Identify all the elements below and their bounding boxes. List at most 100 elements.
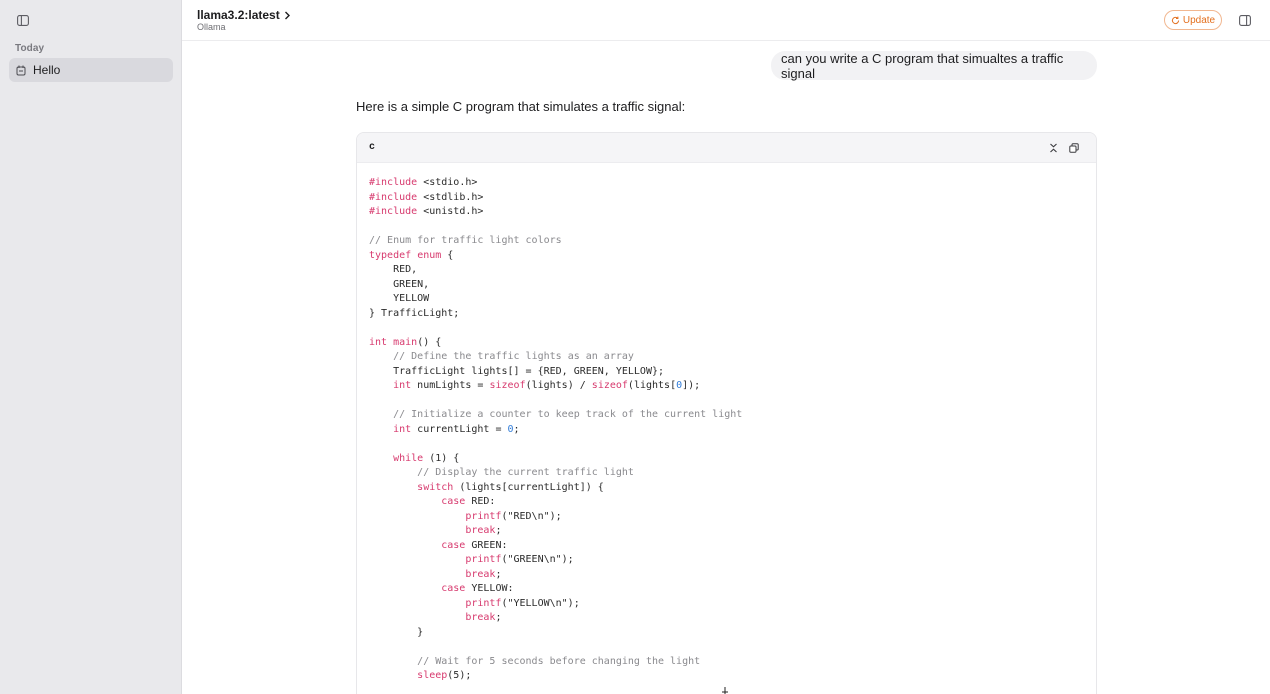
update-label: Update (1182, 14, 1216, 26)
code-token: while (393, 452, 424, 464)
code-token: RED, (369, 264, 418, 275)
code-token: int (369, 336, 388, 348)
code-token: ("RED\n"); (501, 510, 562, 522)
code-token: () { (417, 336, 442, 348)
code-token: case (441, 583, 466, 594)
update-button[interactable]: Update (1164, 10, 1222, 30)
code-line: #include <stdio.h> (369, 176, 742, 191)
model-name-label: llama3.2:latest (197, 8, 280, 22)
text-cursor-icon (722, 687, 728, 694)
code-line: break; (369, 568, 742, 583)
section-label-today: Today (15, 43, 45, 54)
code-line: switch (lights[currentLight]) { (369, 481, 742, 496)
code-token: } (369, 626, 424, 638)
refresh-icon (1171, 16, 1180, 25)
code-token: typedef (369, 249, 412, 261)
model-provider-label: Ollama (197, 22, 226, 32)
code-token: #include (369, 177, 418, 188)
code-token: main (393, 336, 418, 348)
code-token: (lights) / (525, 380, 592, 391)
code-token: sizeof (591, 380, 628, 391)
code-content: #include <stdio.h> #include <stdlib.h> #in… (369, 176, 742, 684)
code-token: currentLight = (411, 423, 508, 435)
code-line: // Display the current traffic light (369, 466, 742, 481)
code-token: switch (417, 481, 454, 493)
assistant-message-intro: Here is a simple C program that simulate… (356, 99, 686, 114)
top-bar: llama3.2:latest Ollama Update (182, 0, 1270, 41)
sidebar-chat-item-hello[interactable]: Hello (9, 58, 173, 82)
code-line: printf("YELLOW\n"); (369, 597, 742, 612)
code-token: <unistd.h> (417, 206, 484, 217)
code-line: int numLights = sizeof(lights) / sizeof(… (369, 379, 742, 394)
code-block-header: c (357, 133, 1096, 163)
code-token: printf (465, 510, 502, 522)
code-token: (lights[currentLight]) { (453, 481, 604, 493)
code-token: int (393, 423, 412, 435)
code-token: // Display the current traffic light (417, 467, 634, 478)
code-line: // Enum for traffic light colors (369, 234, 742, 249)
code-line: typedef enum { (369, 249, 742, 264)
collapse-icon[interactable] (1046, 141, 1060, 155)
code-token: ; (495, 568, 502, 580)
code-token: #include (369, 191, 418, 203)
code-token: // Define the traffic lights as an array (393, 351, 634, 362)
code-token: ("GREEN\n"); (501, 554, 574, 565)
code-token: case (441, 496, 466, 507)
code-token: } TrafficLight; (369, 307, 460, 319)
code-line: sleep(5); (369, 669, 742, 684)
code-token: RED: (465, 496, 496, 507)
code-token: YELLOW: (465, 583, 514, 594)
code-token: sizeof (489, 380, 526, 391)
chat-icon (15, 64, 27, 76)
code-token: break (465, 525, 496, 536)
code-token: int (393, 380, 412, 391)
code-line: break; (369, 611, 742, 626)
code-token: printf (465, 554, 502, 565)
code-token: enum (417, 249, 442, 261)
code-line: // Initialize a counter to keep track of… (369, 408, 742, 423)
code-line: printf("GREEN\n"); (369, 553, 742, 568)
code-token: GREEN, (369, 278, 430, 290)
code-line: } TrafficLight; (369, 307, 742, 322)
code-token: break (465, 568, 496, 580)
model-selector[interactable]: llama3.2:latest (197, 8, 291, 22)
sidebar-toggle-icon[interactable] (14, 11, 32, 29)
code-token: ; (513, 423, 520, 435)
code-token: // Enum for traffic light colors (369, 235, 562, 246)
code-token: <stdio.h> (417, 177, 478, 188)
code-line: break; (369, 524, 742, 539)
code-token: ]); (682, 380, 701, 391)
code-token: (lights[ (627, 380, 677, 391)
panel-toggle-icon[interactable] (1236, 11, 1254, 29)
code-token: break (465, 612, 496, 623)
user-message: can you write a C program that simualtes… (771, 51, 1097, 81)
code-token: (5); (447, 670, 472, 681)
copy-icon[interactable] (1067, 141, 1081, 155)
code-line: // Define the traffic lights as an array (369, 350, 742, 365)
code-line: case GREEN: (369, 539, 742, 554)
code-token: TrafficLight lights[] = {RED, GREEN, YEL… (369, 365, 665, 377)
code-token: numLights = (411, 380, 490, 391)
code-line: #include <unistd.h> (369, 205, 742, 220)
code-token: { (441, 249, 454, 261)
code-line: printf("RED\n"); (369, 510, 742, 525)
code-line: while (1) { (369, 452, 742, 467)
code-token: (1) { (423, 452, 460, 464)
code-token: YELLOW (369, 293, 430, 304)
code-token: // Wait for 5 seconds before changing th… (417, 655, 701, 667)
code-line: TrafficLight lights[] = {RED, GREEN, YEL… (369, 365, 742, 380)
